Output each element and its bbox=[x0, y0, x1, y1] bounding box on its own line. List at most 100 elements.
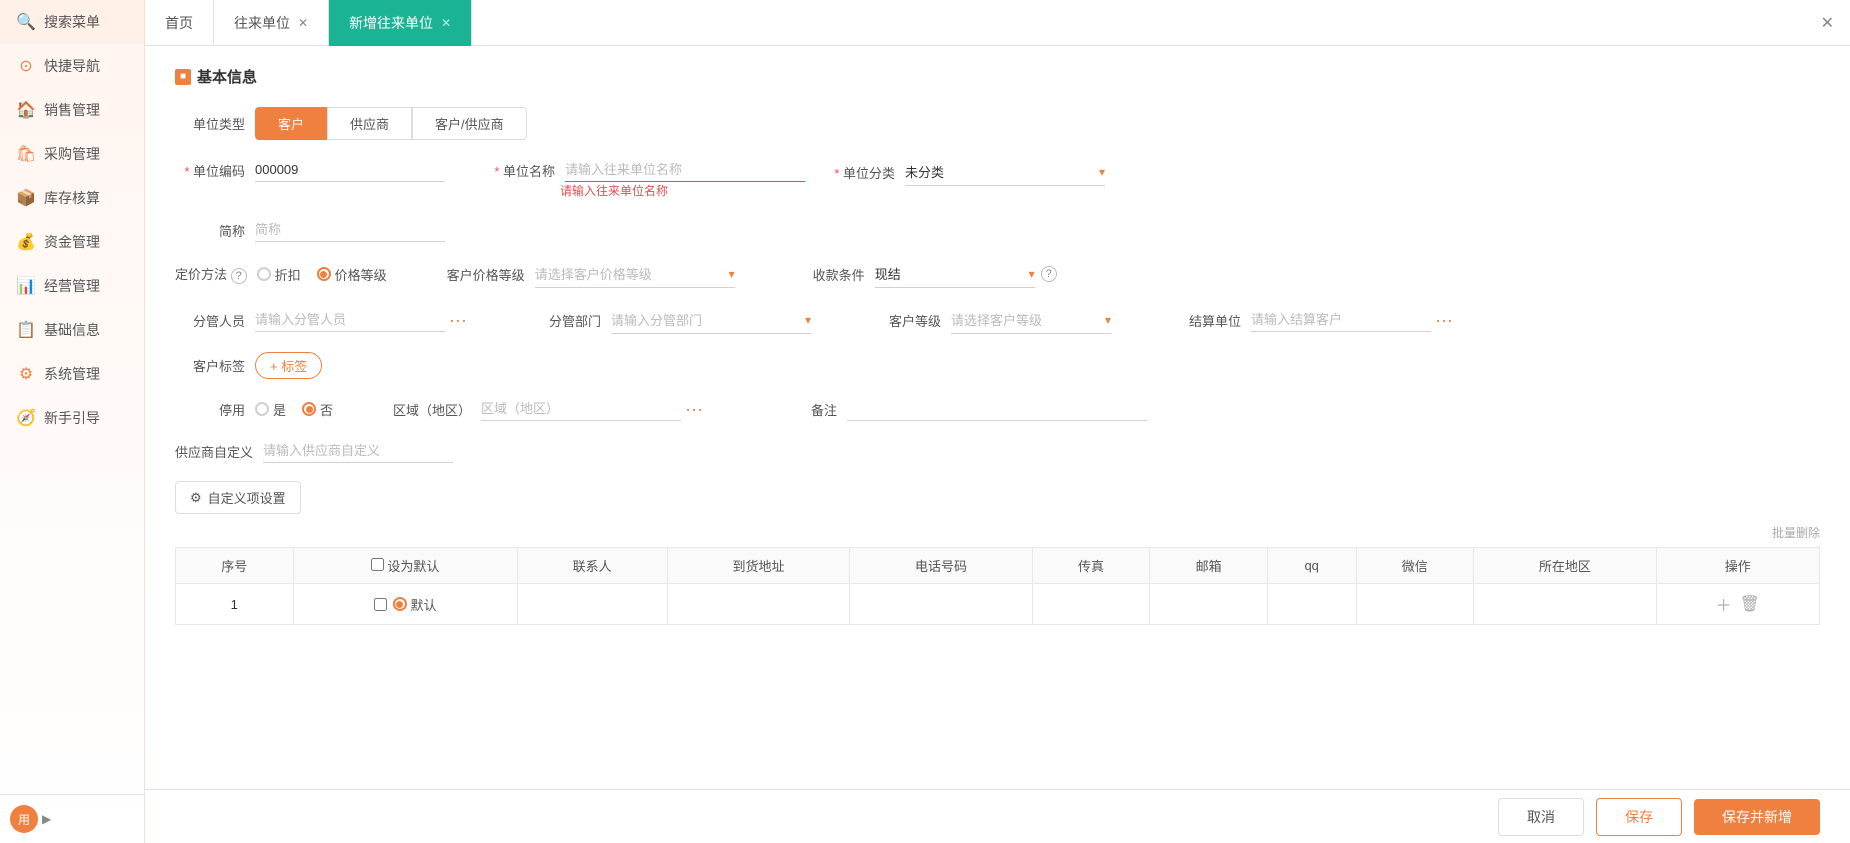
pricing-row: 定价方法 ? 折扣 价格等级 客户价格等级 bbox=[175, 260, 1820, 288]
unit-type-btn-group: 客户 供应商 客户/供应商 bbox=[255, 107, 527, 140]
unit-code-input[interactable] bbox=[255, 158, 445, 182]
cell-phone bbox=[850, 584, 1033, 625]
sidebar-item-label: 系统管理 bbox=[44, 364, 100, 384]
disabled-row: 停用 是 否 区域（地区） ··· bbox=[175, 397, 1820, 421]
sidebar-item-label: 基础信息 bbox=[44, 320, 100, 340]
department-select[interactable]: 请输入分管部门 ▾ bbox=[611, 306, 811, 334]
manager-ellipsis[interactable]: ··· bbox=[445, 310, 471, 331]
cancel-button[interactable]: 取消 bbox=[1498, 798, 1584, 836]
sidebar-item-label: 新手引导 bbox=[44, 408, 100, 428]
save-button[interactable]: 保存 bbox=[1596, 798, 1682, 836]
region-input[interactable] bbox=[481, 397, 681, 421]
payment-terms-group: 收款条件 现结 ▾ ? bbox=[795, 260, 1057, 288]
add-tag-button[interactable]: + 标签 bbox=[255, 352, 322, 379]
alias-input[interactable] bbox=[255, 218, 445, 242]
row-checkbox[interactable] bbox=[374, 598, 387, 611]
cell-ops: ＋ 🗑 bbox=[1656, 584, 1819, 625]
sidebar-item-guide[interactable]: 🧭 新手引导 bbox=[0, 396, 144, 440]
department-label: 分管部门 bbox=[531, 311, 611, 330]
supplier-custom-label: 供应商自定义 bbox=[175, 442, 263, 461]
select-all-checkbox[interactable] bbox=[371, 558, 384, 571]
batch-delete-button[interactable]: 批量删除 bbox=[1772, 524, 1820, 541]
payment-terms-select[interactable]: 现结 ▾ bbox=[875, 260, 1035, 288]
disabled-radio-yes[interactable]: 是 bbox=[255, 400, 286, 419]
tab-partner-list-close[interactable]: ✕ bbox=[298, 16, 308, 30]
sidebar-item-label: 快捷导航 bbox=[44, 56, 100, 76]
sidebar-item-operations[interactable]: 📊 经营管理 bbox=[0, 264, 144, 308]
sidebar-item-inventory[interactable]: 📦 库存核算 bbox=[0, 176, 144, 220]
tab-new-partner-close[interactable]: ✕ bbox=[441, 16, 451, 30]
pricing-radio-discount-circle bbox=[257, 267, 271, 281]
cell-address bbox=[667, 584, 850, 625]
unit-code-group: 单位编码 bbox=[175, 158, 445, 182]
row-delete-button[interactable]: 🗑 bbox=[1740, 594, 1760, 614]
section-icon: ■ bbox=[175, 69, 191, 85]
pricing-method-label: 定价方法 ? bbox=[175, 264, 257, 284]
sidebar: 🔍 搜索菜单 ⊙ 快捷导航 🏠 销售管理 🛍 采购管理 📦 库存核算 💰 资金管… bbox=[0, 0, 145, 843]
bottom-bar: 取消 保存 保存并新增 bbox=[145, 789, 1850, 843]
sidebar-item-system[interactable]: ⚙ 系统管理 bbox=[0, 352, 144, 396]
customer-price-level-select[interactable]: 请选择客户价格等级 ▾ bbox=[535, 260, 735, 288]
notes-input[interactable] bbox=[847, 397, 1147, 421]
type-btn-supplier[interactable]: 供应商 bbox=[327, 107, 412, 140]
customer-level-select[interactable]: 请选择客户等级 ▾ bbox=[951, 306, 1111, 334]
pricing-radio-discount[interactable]: 折扣 bbox=[257, 265, 301, 284]
default-radio-circle bbox=[393, 597, 407, 611]
section-title-text: 基本信息 bbox=[197, 66, 257, 87]
type-btn-customer[interactable]: 客户 bbox=[255, 107, 327, 140]
sidebar-item-finance[interactable]: 💰 资金管理 bbox=[0, 220, 144, 264]
sidebar-bottom-label: ▶ bbox=[42, 812, 51, 826]
sidebar-item-purchase[interactable]: 🛍 采购管理 bbox=[0, 132, 144, 176]
supplier-custom-input[interactable] bbox=[263, 439, 453, 463]
payment-help-icon[interactable]: ? bbox=[1041, 266, 1057, 282]
cell-num: 1 bbox=[176, 584, 294, 625]
quicknav-icon: ⊙ bbox=[16, 56, 36, 76]
cell-contact bbox=[517, 584, 667, 625]
tags-label: 客户标签 bbox=[175, 356, 255, 375]
table-header-row: 序号 设为默认 联系人 到货地址 电话号码 传真 邮箱 qq 微信 所在地区 bbox=[176, 548, 1820, 584]
sidebar-item-label: 经营管理 bbox=[44, 276, 100, 296]
finance-icon: 💰 bbox=[16, 232, 36, 252]
cell-wechat bbox=[1356, 584, 1474, 625]
sidebar-item-quicknav[interactable]: ⊙ 快捷导航 bbox=[0, 44, 144, 88]
region-label: 区域（地区） bbox=[393, 400, 481, 419]
tab-partner-list[interactable]: 往来单位 ✕ bbox=[214, 0, 329, 46]
sales-icon: 🏠 bbox=[16, 100, 36, 120]
unit-category-arrow-icon: ▾ bbox=[1099, 165, 1105, 179]
system-icon: ⚙ bbox=[16, 364, 36, 384]
unit-name-input[interactable] bbox=[565, 158, 805, 182]
sidebar-item-search[interactable]: 🔍 搜索菜单 bbox=[0, 0, 144, 44]
sidebar-item-basic-info[interactable]: 📋 基础信息 bbox=[0, 308, 144, 352]
unit-category-select[interactable]: 未分类 ▾ bbox=[905, 158, 1105, 186]
type-btn-both[interactable]: 客户/供应商 bbox=[412, 107, 527, 140]
customer-price-level-arrow: ▾ bbox=[729, 267, 735, 281]
disabled-radio-no[interactable]: 否 bbox=[302, 400, 333, 419]
sidebar-item-sales[interactable]: 🏠 销售管理 bbox=[0, 88, 144, 132]
payment-terms-arrow: ▾ bbox=[1029, 267, 1035, 281]
manager-input[interactable] bbox=[255, 308, 445, 332]
settlement-unit-ellipsis[interactable]: ··· bbox=[1431, 310, 1457, 331]
cell-default: 默认 bbox=[293, 584, 517, 625]
settlement-unit-input[interactable] bbox=[1251, 308, 1431, 332]
col-qq: qq bbox=[1267, 548, 1356, 584]
unit-name-error: 请输入往来单位名称 bbox=[560, 184, 668, 198]
pricing-radio-price-level[interactable]: 价格等级 bbox=[317, 265, 387, 284]
unit-type-row: 单位类型 客户 供应商 客户/供应商 bbox=[175, 107, 1820, 140]
region-ellipsis[interactable]: ··· bbox=[681, 399, 707, 420]
tab-home[interactable]: 首页 bbox=[145, 0, 214, 46]
custom-settings-button[interactable]: ⚙ 自定义项设置 bbox=[175, 481, 301, 514]
row-add-button[interactable]: ＋ bbox=[1716, 592, 1732, 616]
search-icon: 🔍 bbox=[16, 12, 36, 32]
user-avatar: 用 bbox=[10, 805, 38, 833]
window-close-button[interactable]: ✕ bbox=[1821, 13, 1834, 33]
pricing-help-icon[interactable]: ? bbox=[231, 268, 247, 284]
save-new-button[interactable]: 保存并新增 bbox=[1694, 799, 1820, 835]
tab-new-partner[interactable]: 新增往来单位 ✕ bbox=[329, 0, 472, 46]
customer-price-level-group: 客户价格等级 请选择客户价格等级 ▾ bbox=[447, 260, 735, 288]
tags-group: 客户标签 + 标签 bbox=[175, 352, 322, 379]
unit-name-group: 单位名称 请输入往来单位名称 bbox=[485, 158, 785, 200]
cell-fax bbox=[1032, 584, 1150, 625]
tab-home-label: 首页 bbox=[165, 13, 193, 33]
default-radio[interactable]: 默认 bbox=[393, 595, 437, 614]
sidebar-item-label: 销售管理 bbox=[44, 100, 100, 120]
